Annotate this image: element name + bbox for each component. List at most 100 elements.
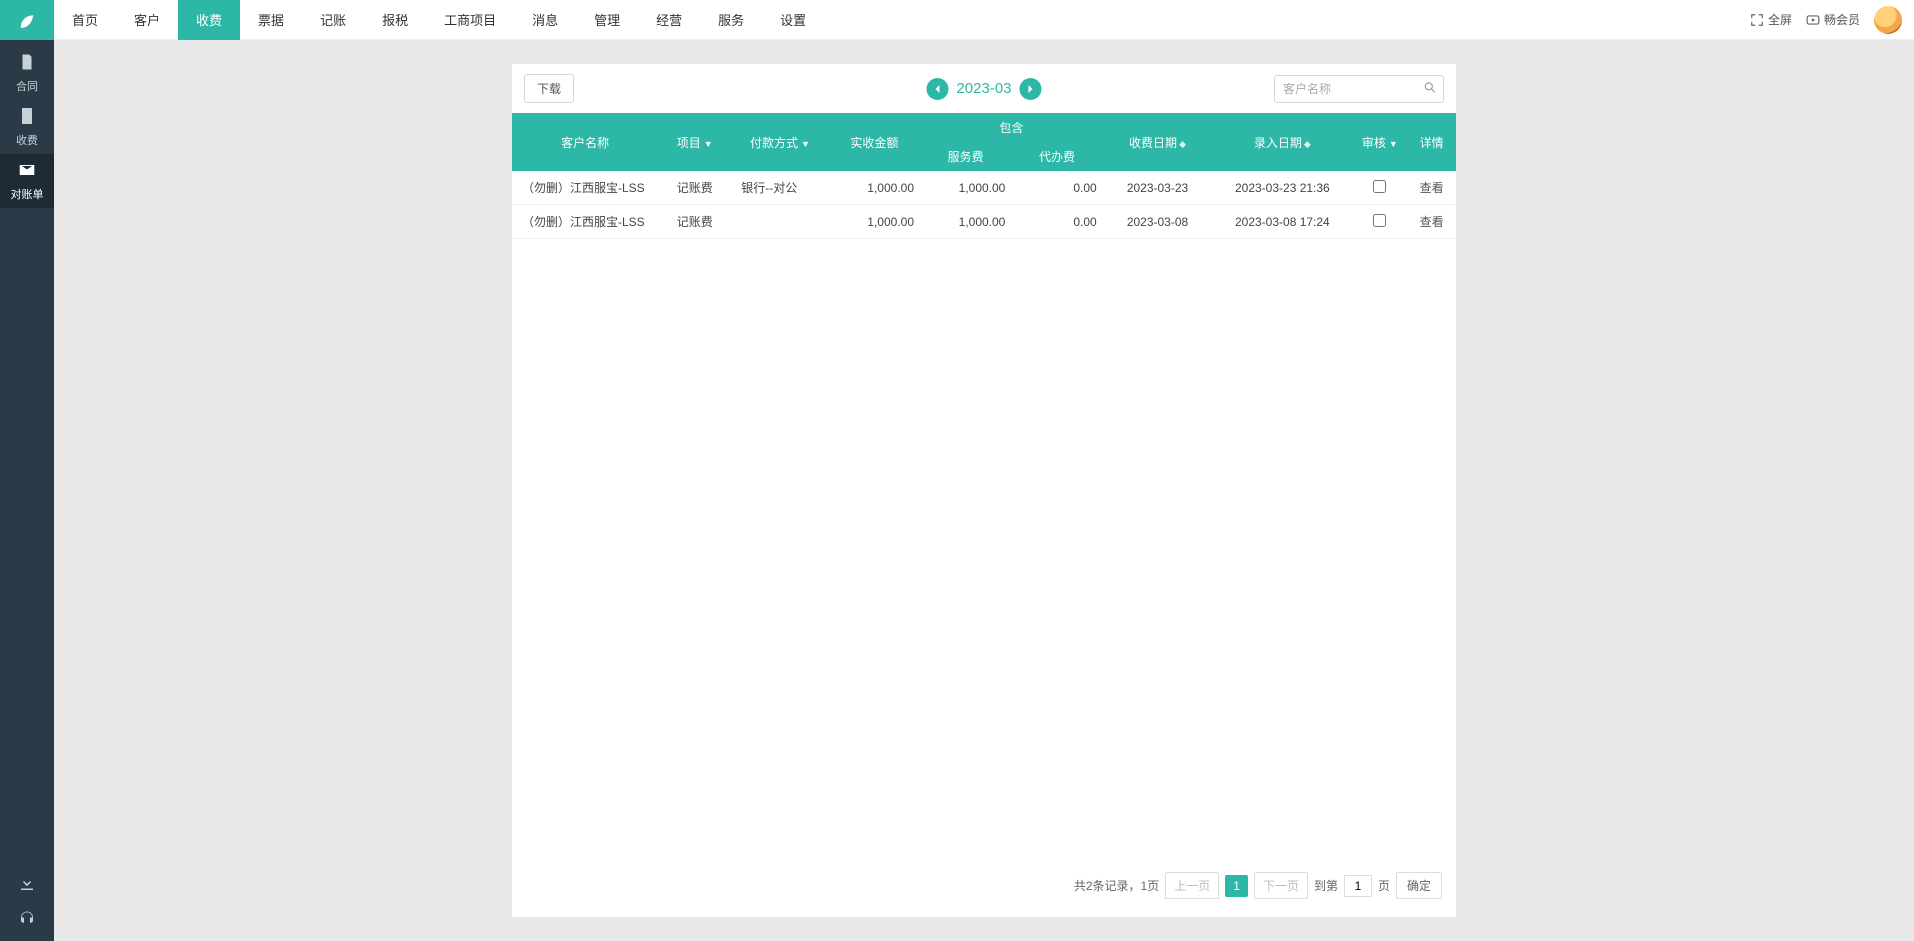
nav-item-11[interactable]: 设置 [762,0,824,40]
sort-icon: ◆ [1304,139,1311,149]
table-row: （勿删）江西服宝-LSS记账费银行--对公1,000.001,000.000.0… [512,171,1456,205]
nav-right: 全屏 畅会员 [1750,0,1902,40]
cell-project: 记账费 [658,171,731,205]
nav-item-0[interactable]: 首页 [54,0,116,40]
cell-detail: 查看 [1407,205,1456,239]
cell-audit [1352,171,1407,205]
caret-down-icon: ▼ [801,139,810,149]
nav-items: 首页客户收费票据记账报税工商项目消息管理经营服务设置 [54,0,824,40]
chevron-right-icon [1026,84,1036,94]
cell-actual: 1,000.00 [829,171,920,205]
col-entrydate[interactable]: 录入日期◆ [1212,113,1352,171]
logo[interactable] [0,0,54,40]
table-row: （勿删）江西服宝-LSS记账费1,000.001,000.000.002023-… [512,205,1456,239]
statement-icon [18,161,36,182]
period-switch: 2023-03 [926,78,1041,100]
nav-item-4[interactable]: 记账 [302,0,364,40]
member-label: 畅会员 [1824,11,1860,28]
nav-item-5[interactable]: 报税 [364,0,426,40]
cell-paymethod [731,205,828,239]
audit-checkbox[interactable] [1373,214,1386,227]
cell-customer: （勿删）江西服宝-LSS [512,205,658,239]
table-body: （勿删）江西服宝-LSS记账费银行--对公1,000.001,000.000.0… [512,171,1456,239]
col-include: 包含 [920,113,1103,142]
layout: 合同 ¥ 收费对账单 下载 2023-03 [0,40,1914,941]
sidebar-item-contract[interactable]: 合同 [0,46,54,100]
page-input[interactable] [1344,875,1372,897]
panel: 下载 2023-03 客户名称 项目▼ 付款方式▼ 实 [512,64,1456,917]
pager: 共2条记录，1页 上一页 1 下一页 到第 页 确定 [512,864,1456,907]
top-nav: 首页客户收费票据记账报税工商项目消息管理经营服务设置 全屏 畅会员 [0,0,1914,40]
sidebar-item-label: 对账单 [11,186,44,202]
cell-customer: （勿删）江西服宝-LSS [512,171,658,205]
sidebar: 合同 ¥ 收费对账单 [0,40,54,941]
member-button[interactable]: 畅会员 [1806,11,1860,28]
col-paymethod[interactable]: 付款方式▼ [731,113,828,171]
data-table: 客户名称 项目▼ 付款方式▼ 实收金额 包含 收费日期◆ 录入日期◆ 审核▼ 详… [512,113,1456,239]
contract-icon [18,53,36,74]
cell-project: 记账费 [658,205,731,239]
caret-down-icon: ▼ [1389,139,1398,149]
goto-confirm-button[interactable]: 确定 [1396,872,1442,899]
goto-prefix: 到第 [1314,877,1338,894]
nav-item-6[interactable]: 工商项目 [426,0,514,40]
play-icon [1806,13,1820,27]
leaf-icon [17,10,37,30]
nav-item-7[interactable]: 消息 [514,0,576,40]
col-actual: 实收金额 [829,113,920,171]
nav-item-1[interactable]: 客户 [116,0,178,40]
col-agencyfee: 代办费 [1011,142,1102,171]
cell-paymethod: 银行--对公 [731,171,828,205]
chevron-left-icon [932,84,942,94]
goto-suffix: 页 [1378,877,1390,894]
cell-agencyfee: 0.00 [1011,205,1102,239]
cell-actual: 1,000.00 [829,205,920,239]
sidebar-item-fee[interactable]: ¥ 收费 [0,100,54,154]
page-number[interactable]: 1 [1225,875,1248,897]
sidebar-item-label: 合同 [16,78,38,94]
sidebar-item-label: 收费 [16,132,38,148]
col-detail: 详情 [1407,113,1456,171]
download-button[interactable]: 下载 [524,74,574,103]
cell-entrydate: 2023-03-08 17:24 [1212,205,1352,239]
download-center-icon[interactable] [18,875,36,896]
sidebar-bottom [18,875,36,931]
cell-chargedate: 2023-03-08 [1103,205,1213,239]
period-label: 2023-03 [956,80,1011,97]
cell-chargedate: 2023-03-23 [1103,171,1213,205]
fullscreen-icon [1750,13,1764,27]
cell-agencyfee: 0.00 [1011,171,1102,205]
prev-month-button[interactable] [926,78,948,100]
view-link[interactable]: 查看 [1420,181,1444,195]
audit-checkbox[interactable] [1373,180,1386,193]
fee-icon: ¥ [18,107,36,128]
next-page-button[interactable]: 下一页 [1254,872,1308,899]
panel-toolbar: 下载 2023-03 [512,64,1456,113]
nav-item-8[interactable]: 管理 [576,0,638,40]
next-month-button[interactable] [1020,78,1042,100]
sidebar-item-statement[interactable]: 对账单 [0,154,54,208]
support-icon[interactable] [18,910,36,931]
nav-item-2[interactable]: 收费 [178,0,240,40]
prev-page-button[interactable]: 上一页 [1165,872,1219,899]
avatar[interactable] [1874,6,1902,34]
col-customer: 客户名称 [512,113,658,171]
fullscreen-button[interactable]: 全屏 [1750,11,1792,28]
nav-item-9[interactable]: 经营 [638,0,700,40]
cell-detail: 查看 [1407,171,1456,205]
col-chargedate[interactable]: 收费日期◆ [1103,113,1213,171]
cell-servicefee: 1,000.00 [920,205,1011,239]
cell-entrydate: 2023-03-23 21:36 [1212,171,1352,205]
col-project[interactable]: 项目▼ [658,113,731,171]
col-servicefee: 服务费 [920,142,1011,171]
search-box [1274,75,1444,103]
nav-item-10[interactable]: 服务 [700,0,762,40]
nav-item-3[interactable]: 票据 [240,0,302,40]
content: 下载 2023-03 客户名称 项目▼ 付款方式▼ 实 [54,40,1914,941]
caret-down-icon: ▼ [704,139,713,149]
table-header: 客户名称 项目▼ 付款方式▼ 实收金额 包含 收费日期◆ 录入日期◆ 审核▼ 详… [512,113,1456,171]
search-icon[interactable] [1423,80,1437,97]
search-input[interactable] [1283,82,1415,96]
view-link[interactable]: 查看 [1420,215,1444,229]
col-audit[interactable]: 审核▼ [1352,113,1407,171]
